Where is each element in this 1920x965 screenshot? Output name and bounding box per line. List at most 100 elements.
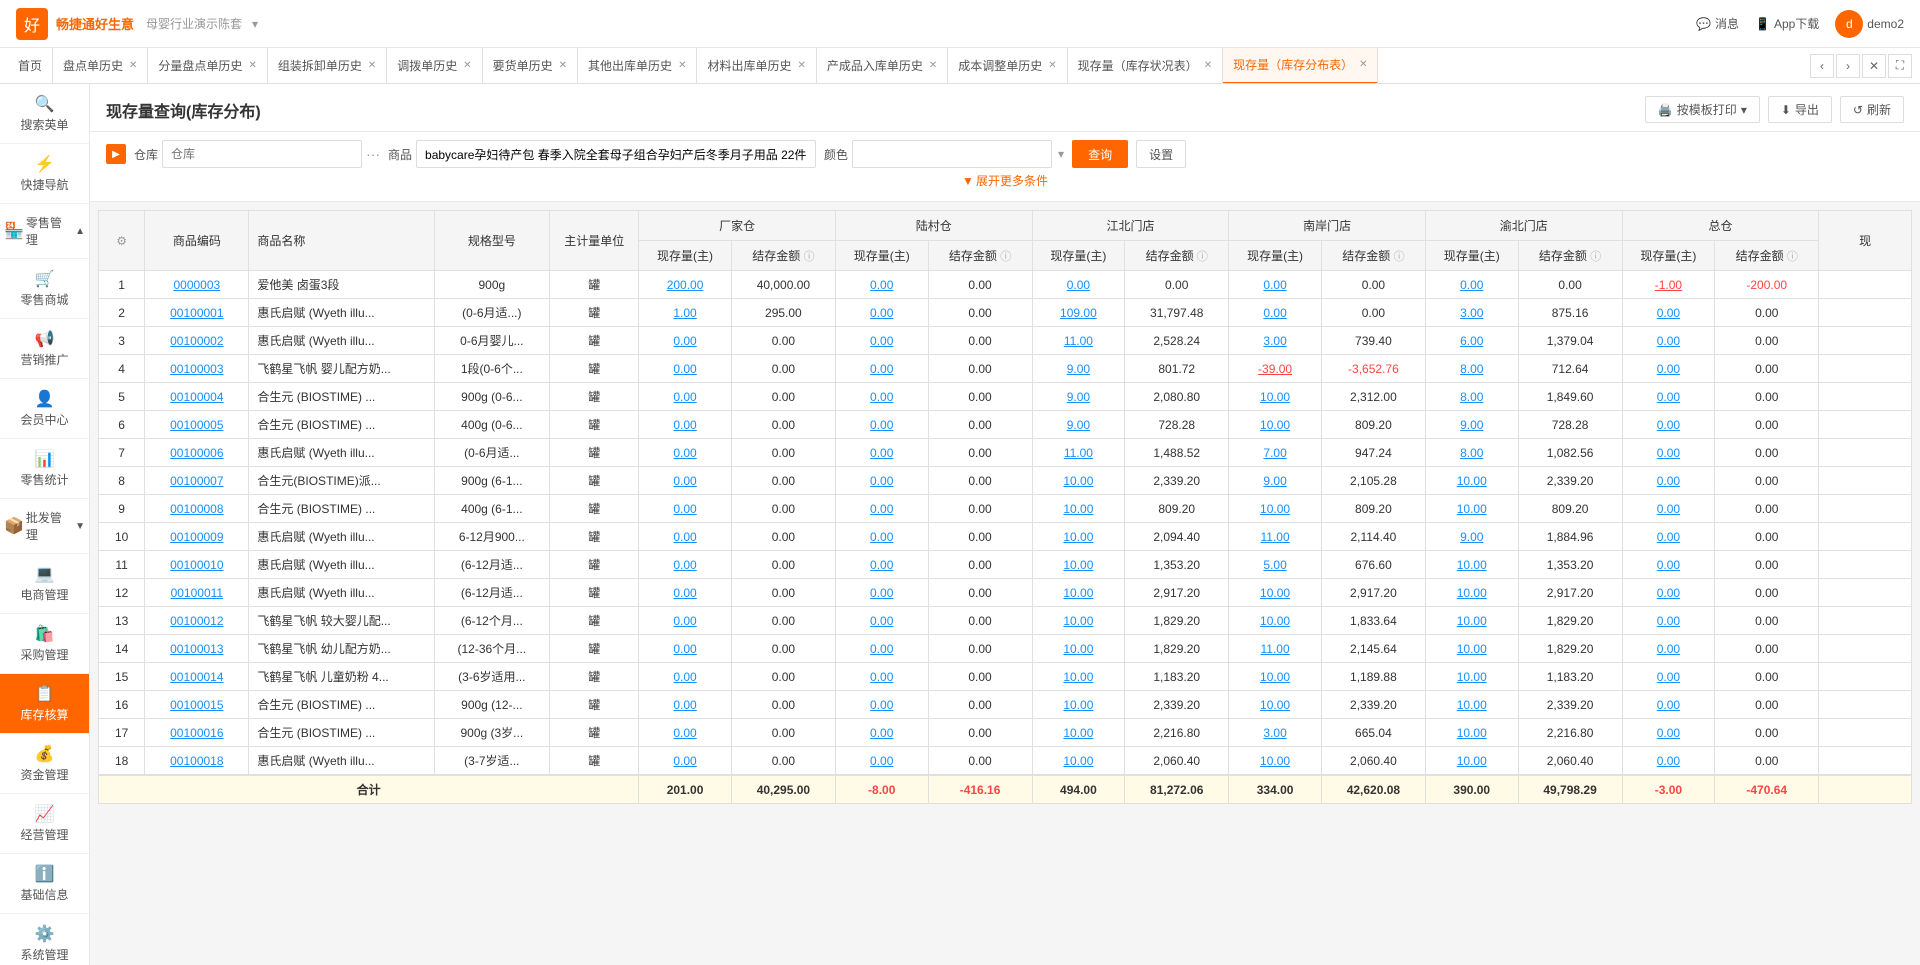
expand-conditions-btn[interactable]: ▼ 展开更多条件 bbox=[962, 172, 1048, 189]
sidebar-item-retail-store[interactable]: 🛒 零售商城 bbox=[0, 259, 89, 319]
tab-combo-disassembly[interactable]: 组装拆卸单历史 ✕ bbox=[268, 48, 387, 84]
close-icon[interactable]: ✕ bbox=[1359, 59, 1367, 70]
cell-nanan-qty: 3.00 bbox=[1229, 719, 1322, 747]
table-row: 13 00100012 飞鹤星飞帆 较大婴儿配... (6-12个月... 罐 … bbox=[99, 607, 1912, 635]
sidebar-item-marketing[interactable]: 📢 营销推广 bbox=[0, 319, 89, 379]
tab-sub-inventory[interactable]: 分量盘点单历史 ✕ bbox=[148, 48, 267, 84]
close-icon[interactable]: ✕ bbox=[929, 60, 937, 71]
collapse-btn[interactable]: ▶ bbox=[106, 144, 126, 164]
cell-lushan-qty: 0.00 bbox=[835, 467, 928, 495]
cell-spec: 900g (6-1... bbox=[434, 467, 550, 495]
cell-lushan-qty: 0.00 bbox=[835, 607, 928, 635]
sidebar-item-search[interactable]: 🔍 搜索英单 bbox=[0, 84, 89, 144]
cell-no: 15 bbox=[99, 663, 145, 691]
close-icon[interactable]: ✕ bbox=[1048, 60, 1056, 71]
cell-jiangbei-amt: 2,528.24 bbox=[1125, 327, 1229, 355]
close-icon[interactable]: ✕ bbox=[368, 60, 376, 71]
inventory-icon: 📋 bbox=[35, 684, 55, 704]
warehouse-more-btn[interactable]: ··· bbox=[366, 146, 380, 162]
close-icon[interactable]: ✕ bbox=[1204, 60, 1212, 71]
sidebar-item-basic-info[interactable]: ℹ️ 基础信息 bbox=[0, 854, 89, 914]
sidebar-item-shortcuts[interactable]: ⚡ 快捷导航 bbox=[0, 144, 89, 204]
sidebar-item-wholesale[interactable]: 📦 批发管理 ▼ bbox=[0, 499, 89, 554]
summary-jiangbei-amt: 81,272.06 bbox=[1125, 775, 1229, 804]
cell-no: 12 bbox=[99, 579, 145, 607]
settings-btn[interactable]: 设置 bbox=[1136, 140, 1186, 168]
tab-close-btn[interactable]: ✕ bbox=[1862, 54, 1886, 78]
close-icon[interactable]: ✕ bbox=[129, 60, 137, 71]
cell-jiangbei-qty: 10.00 bbox=[1032, 467, 1125, 495]
tab-expand-btn[interactable]: ⛶ bbox=[1888, 54, 1912, 78]
table-area: ⚙ 商品编码 商品名称 规格型号 主计量单位 厂家仓 陆村仓 江北门店 南岸门店… bbox=[90, 202, 1920, 965]
sidebar-item-inventory[interactable]: 📋 库存核算 bbox=[0, 674, 89, 734]
cell-spec: (3-6岁适用... bbox=[434, 663, 550, 691]
goods-input[interactable] bbox=[416, 140, 816, 168]
cell-nanan-amt: 809.20 bbox=[1321, 411, 1425, 439]
tab-cost-adjust[interactable]: 成本调整单历史 ✕ bbox=[948, 48, 1067, 84]
cell-spec: 900g (0-6... bbox=[434, 383, 550, 411]
tab-requisition[interactable]: 要货单历史 ✕ bbox=[483, 48, 578, 84]
sidebar-item-member[interactable]: 👤 会员中心 bbox=[0, 379, 89, 439]
cell-factory-qty: 0.00 bbox=[639, 383, 732, 411]
cell-factory-qty: 0.00 bbox=[639, 663, 732, 691]
sidebar-item-retail-stats[interactable]: 📊 零售统计 bbox=[0, 439, 89, 499]
cell-factory-amt: 0.00 bbox=[731, 411, 835, 439]
th-lushan-qty: 现存量(主) bbox=[835, 241, 928, 271]
cell-jiangbei-amt: 2,216.80 bbox=[1125, 719, 1229, 747]
tab-prev-btn[interactable]: ‹ bbox=[1810, 54, 1834, 78]
color-field: 颜色 ▾ bbox=[824, 140, 1064, 168]
tab-stock-status[interactable]: 现存量（库存状况表） ✕ bbox=[1068, 48, 1223, 84]
cell-lushan-amt: 0.00 bbox=[928, 551, 1032, 579]
app-download-btn[interactable]: 📱 App下载 bbox=[1755, 15, 1819, 32]
tab-transfer[interactable]: 调拨单历史 ✕ bbox=[387, 48, 482, 84]
cell-factory-amt: 0.00 bbox=[731, 383, 835, 411]
cell-factory-qty: 0.00 bbox=[639, 691, 732, 719]
messages-btn[interactable]: 💬 消息 bbox=[1696, 15, 1739, 32]
cell-lushan-amt: 0.00 bbox=[928, 411, 1032, 439]
cell-factory-qty: 1.00 bbox=[639, 299, 732, 327]
finance-icon: 💰 bbox=[35, 744, 55, 764]
sidebar-item-operations[interactable]: 📈 经营管理 bbox=[0, 794, 89, 854]
user-area[interactable]: d demo2 bbox=[1835, 10, 1904, 38]
cell-name: 合生元 (BIOSTIME) ... bbox=[249, 495, 434, 523]
print-btn[interactable]: 🖨️ 按模板打印 ▾ bbox=[1645, 96, 1760, 123]
close-icon[interactable]: ✕ bbox=[797, 60, 805, 71]
sidebar-item-finance[interactable]: 💰 资金管理 bbox=[0, 734, 89, 794]
th-code: 商品编码 bbox=[145, 211, 249, 271]
summary-yubeimen-amt: 49,798.29 bbox=[1518, 775, 1622, 804]
close-icon[interactable]: ✕ bbox=[248, 60, 256, 71]
th-settings: ⚙ bbox=[99, 211, 145, 271]
cell-total-qty: -1.00 bbox=[1622, 271, 1715, 299]
cell-total-amt: 0.00 bbox=[1715, 495, 1819, 523]
cell-lushan-amt: 0.00 bbox=[928, 663, 1032, 691]
close-icon[interactable]: ✕ bbox=[463, 60, 471, 71]
cell-factory-qty: 0.00 bbox=[639, 607, 732, 635]
export-btn[interactable]: ⬇ 导出 bbox=[1768, 96, 1832, 123]
close-icon[interactable]: ✕ bbox=[559, 60, 567, 71]
cell-yubeimen-amt: 2,216.80 bbox=[1518, 719, 1622, 747]
messages-icon: 💬 bbox=[1696, 17, 1711, 31]
tab-inventory-count[interactable]: 盘点单历史 ✕ bbox=[53, 48, 148, 84]
tab-next-btn[interactable]: › bbox=[1836, 54, 1860, 78]
refresh-btn[interactable]: ↺ 刷新 bbox=[1840, 96, 1904, 123]
sidebar-item-system[interactable]: ⚙️ 系统管理 bbox=[0, 914, 89, 965]
cell-nanan-qty: 10.00 bbox=[1229, 383, 1322, 411]
color-input[interactable] bbox=[852, 140, 1052, 168]
tab-stock-dist[interactable]: 现存量（库存分布表） ✕ bbox=[1223, 48, 1378, 84]
export-icon: ⬇ bbox=[1781, 103, 1791, 117]
cell-no: 5 bbox=[99, 383, 145, 411]
close-icon[interactable]: ✕ bbox=[678, 60, 686, 71]
topbar-left: 好 畅捷通好生意 母婴行业演示陈套 ▾ bbox=[16, 8, 258, 40]
cell-factory-qty: 0.00 bbox=[639, 411, 732, 439]
sidebar-item-ecommerce[interactable]: 💻 电商管理 bbox=[0, 554, 89, 614]
tab-home[interactable]: 首页 bbox=[8, 48, 53, 84]
tab-finished-in[interactable]: 产成品入库单历史 ✕ bbox=[817, 48, 948, 84]
topbar-right: 💬 消息 📱 App下载 d demo2 bbox=[1696, 10, 1904, 38]
query-btn[interactable]: 查询 bbox=[1072, 140, 1128, 168]
logo-icon: 好 bbox=[16, 8, 48, 40]
tab-material-out[interactable]: 材料出库单历史 ✕ bbox=[697, 48, 816, 84]
sidebar-item-purchase[interactable]: 🛍️ 采购管理 bbox=[0, 614, 89, 674]
sidebar-item-retail-mgmt[interactable]: 🏪 零售管理 ▲ bbox=[0, 204, 89, 259]
warehouse-input[interactable] bbox=[162, 140, 362, 168]
tab-other-out[interactable]: 其他出库单历史 ✕ bbox=[578, 48, 697, 84]
